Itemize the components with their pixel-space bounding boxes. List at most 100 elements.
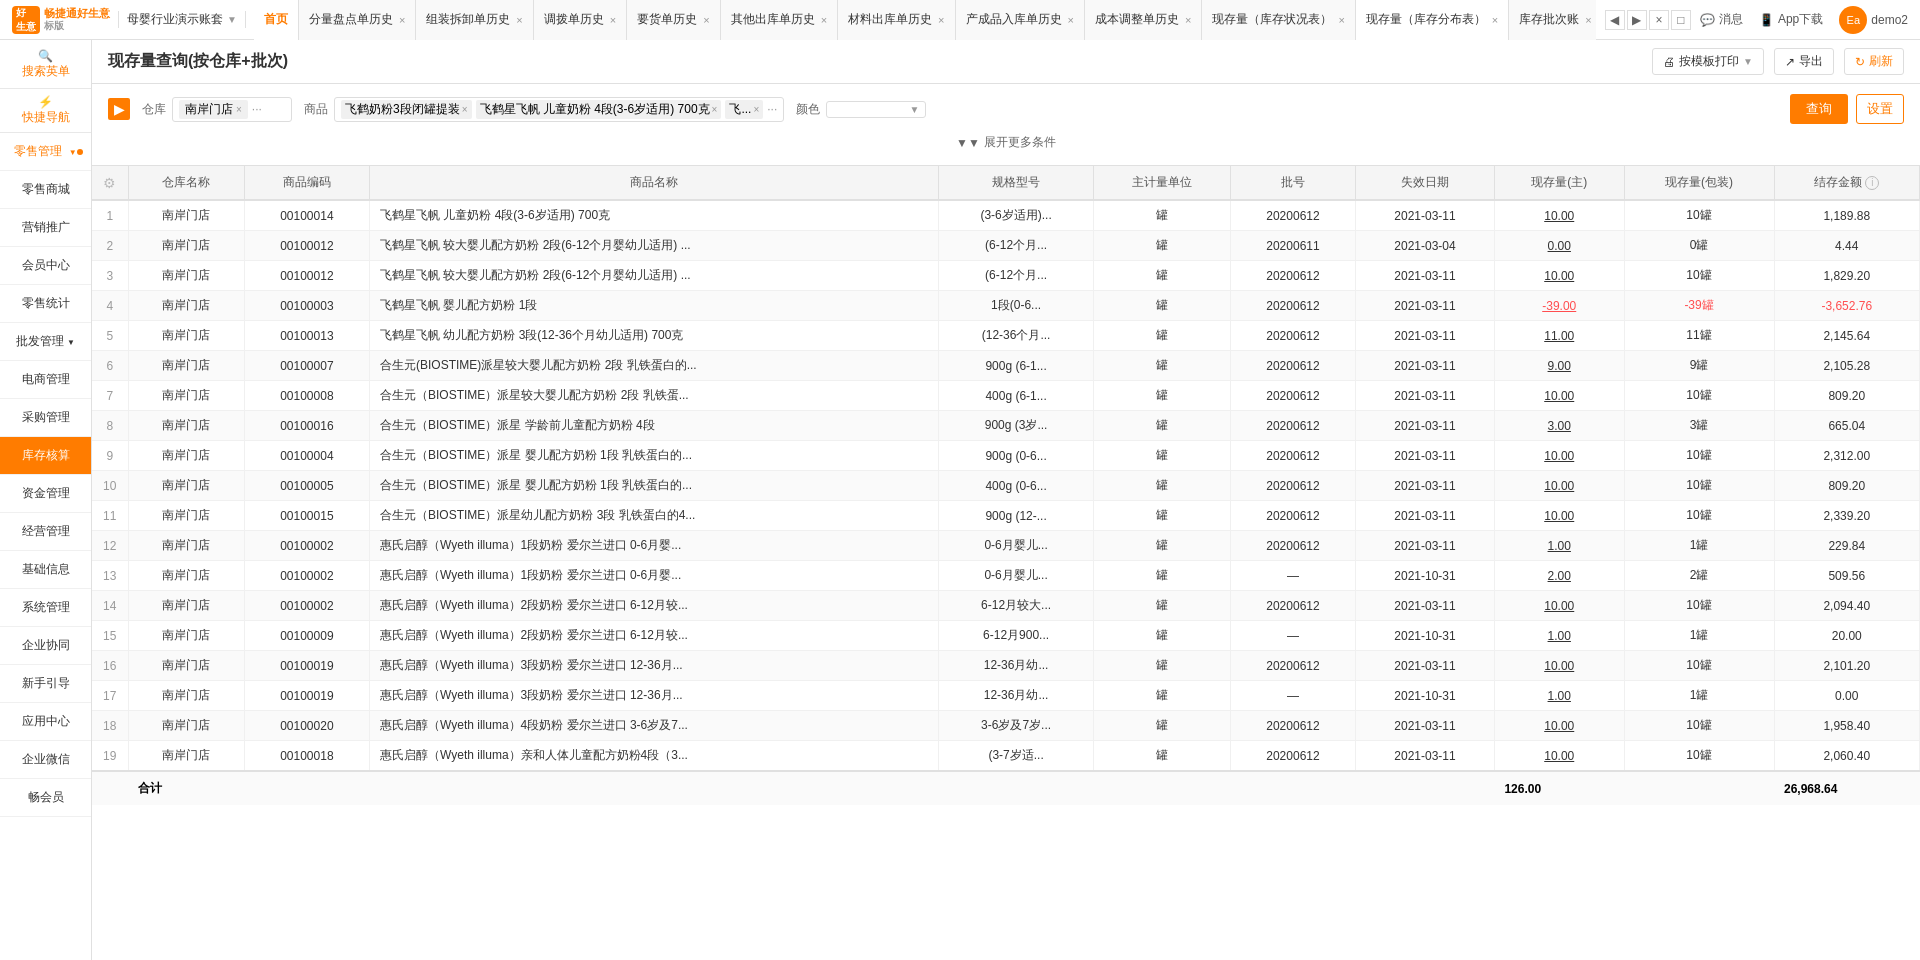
cell-qty-main[interactable]: 10.00 bbox=[1494, 381, 1624, 411]
tab-maximize-btn[interactable]: □ bbox=[1671, 10, 1691, 30]
tab-close[interactable]: × bbox=[516, 14, 522, 26]
warehouse-dots[interactable]: ··· bbox=[252, 102, 262, 116]
tab-inv-status[interactable]: 现存量（库存状况表）× bbox=[1202, 0, 1355, 40]
cell-code: 00100012 bbox=[244, 261, 369, 291]
sidebar-item-basic[interactable]: 基础信息 bbox=[0, 551, 91, 589]
sidebar-item-vip[interactable]: 畅会员 bbox=[0, 779, 91, 817]
tab-close[interactable]: × bbox=[1185, 14, 1191, 26]
sidebar-item-marketing[interactable]: 营销推广 bbox=[0, 209, 91, 247]
tab-close[interactable]: × bbox=[938, 14, 944, 26]
tab-material[interactable]: 材料出库单历史 × bbox=[838, 0, 955, 40]
sidebar-item-operation[interactable]: 经营管理 bbox=[0, 513, 91, 551]
sidebar-item-purchase[interactable]: 采购管理 bbox=[0, 399, 91, 437]
sidebar-nav[interactable]: ⚡ 快捷导航 bbox=[0, 89, 91, 133]
sidebar-item-wechat[interactable]: 企业微信 bbox=[0, 741, 91, 779]
sidebar-item-retail-stat[interactable]: 零售统计 bbox=[0, 285, 91, 323]
message-btn[interactable]: 💬 消息 bbox=[1700, 11, 1743, 28]
tab-close[interactable]: × bbox=[821, 14, 827, 26]
export-btn[interactable]: ↗ 导出 bbox=[1774, 48, 1834, 75]
tab-next-btn[interactable]: ▶ bbox=[1627, 10, 1647, 30]
sidebar-item-retail-shop[interactable]: 零售商城 bbox=[0, 171, 91, 209]
tab-pick[interactable]: 调拨单历史 × bbox=[534, 0, 627, 40]
sidebar-search[interactable]: 🔍 搜索英单 bbox=[0, 40, 91, 89]
cell-qty-main[interactable]: 10.00 bbox=[1494, 501, 1624, 531]
user-area[interactable]: Ea demo2 bbox=[1839, 6, 1908, 34]
cell-qty-main[interactable]: 3.00 bbox=[1494, 411, 1624, 441]
filter-expand-btn[interactable]: ▶ bbox=[108, 98, 130, 120]
color-input[interactable]: ▼ bbox=[826, 101, 926, 118]
cell-name: 飞鹤星飞帆 较大婴儿配方奶粉 2段(6-12个月婴幼儿适用) ... bbox=[370, 231, 939, 261]
cell-balance: 2,312.00 bbox=[1774, 441, 1920, 471]
cell-qty-main[interactable]: 2.00 bbox=[1494, 561, 1624, 591]
tab-close[interactable]: × bbox=[399, 14, 405, 26]
cell-qty-main[interactable]: 10.00 bbox=[1494, 741, 1624, 772]
tab-product-in[interactable]: 产成品入库单历史 × bbox=[956, 0, 1085, 40]
sidebar-item-wholesale[interactable]: 批发管理 bbox=[0, 323, 91, 361]
cell-qty-main[interactable]: 1.00 bbox=[1494, 681, 1624, 711]
cell-balance: 2,339.20 bbox=[1774, 501, 1920, 531]
product-dots[interactable]: ··· bbox=[767, 102, 777, 116]
sidebar-item-finance[interactable]: 资金管理 bbox=[0, 475, 91, 513]
cell-qty-main[interactable]: 10.00 bbox=[1494, 651, 1624, 681]
color-dropdown-arrow[interactable]: ▼ bbox=[909, 104, 919, 115]
warehouse-tag-area[interactable]: 南岸门店 × ··· bbox=[172, 97, 292, 122]
tab-inv-dist[interactable]: 现存量（库存分布表）× bbox=[1356, 0, 1509, 40]
cell-batch: 20200612 bbox=[1230, 591, 1355, 621]
tab-close[interactable]: × bbox=[1585, 14, 1591, 26]
tab-close[interactable]: × bbox=[1068, 14, 1074, 26]
tab-disassemble[interactable]: 组装拆卸单历史 × bbox=[416, 0, 533, 40]
cell-qty-main[interactable]: 10.00 bbox=[1494, 441, 1624, 471]
warehouse-tag-close[interactable]: × bbox=[236, 104, 242, 115]
tab-split[interactable]: 分量盘点单历史 × bbox=[299, 0, 416, 40]
tab-home[interactable]: 首页 bbox=[254, 0, 299, 40]
settings-btn[interactable]: 设置 bbox=[1856, 94, 1904, 124]
cell-qty-main[interactable]: 0.00 bbox=[1494, 231, 1624, 261]
app-download-btn[interactable]: 📱 App下载 bbox=[1759, 11, 1823, 28]
tab-other-out[interactable]: 其他出库单历史 × bbox=[721, 0, 838, 40]
sidebar-item-member[interactable]: 会员中心 bbox=[0, 247, 91, 285]
expand-more-btn[interactable]: ▼▼ 展开更多条件 bbox=[956, 130, 1056, 155]
account-dropdown[interactable]: 母婴行业演示账套 ▼ bbox=[118, 11, 246, 28]
cell-qty-main[interactable]: 1.00 bbox=[1494, 531, 1624, 561]
cell-qty-main[interactable]: 10.00 bbox=[1494, 261, 1624, 291]
cell-qty-main[interactable]: -39.00 bbox=[1494, 291, 1624, 321]
sidebar-item-enterprise[interactable]: 企业协同 bbox=[0, 627, 91, 665]
sidebar-item-retail[interactable]: 零售管理 bbox=[0, 133, 91, 171]
cell-qty-main[interactable]: 10.00 bbox=[1494, 471, 1624, 501]
cell-qty-main[interactable]: 1.00 bbox=[1494, 621, 1624, 651]
product-tag-3-close[interactable]: × bbox=[753, 104, 759, 115]
product-tag-1-close[interactable]: × bbox=[462, 104, 468, 115]
sidebar-item-app-center[interactable]: 应用中心 bbox=[0, 703, 91, 741]
query-btn[interactable]: 查询 bbox=[1790, 94, 1848, 124]
sidebar-item-inventory[interactable]: 库存核算 bbox=[0, 437, 91, 475]
tab-cost[interactable]: 成本调整单历史 × bbox=[1085, 0, 1202, 40]
cell-qty-main[interactable]: 10.00 bbox=[1494, 591, 1624, 621]
cell-unit: 罐 bbox=[1094, 351, 1230, 381]
tab-prev-btn[interactable]: ◀ bbox=[1605, 10, 1625, 30]
tab-batch[interactable]: 库存批次账 × bbox=[1509, 0, 1596, 40]
col-settings[interactable]: ⚙ bbox=[92, 166, 128, 200]
cell-name: 惠氏启醇（Wyeth illuma）1段奶粉 爱尔兰进口 0-6月婴... bbox=[370, 561, 939, 591]
sidebar-item-ecommerce[interactable]: 电商管理 bbox=[0, 361, 91, 399]
col-warehouse: 仓库名称 bbox=[128, 166, 244, 200]
cell-qty-main[interactable]: 10.00 bbox=[1494, 711, 1624, 741]
tab-close[interactable]: × bbox=[1492, 14, 1498, 26]
sidebar-item-system[interactable]: 系统管理 bbox=[0, 589, 91, 627]
refresh-btn[interactable]: ↻ 刷新 bbox=[1844, 48, 1904, 75]
balance-info-icon[interactable]: i bbox=[1865, 176, 1879, 190]
product-tag-2-close[interactable]: × bbox=[712, 104, 718, 115]
product-tag-3-label: 飞... bbox=[729, 101, 751, 118]
tab-close[interactable]: × bbox=[610, 14, 616, 26]
table-container[interactable]: ⚙ 仓库名称 商品编码 商品名称 规格型号 主计量单位 批号 失效日期 现存量(… bbox=[92, 166, 1920, 960]
tab-close-btn[interactable]: × bbox=[1649, 10, 1669, 30]
template-print-btn[interactable]: 🖨 按模板打印 ▼ bbox=[1652, 48, 1764, 75]
product-tag-area[interactable]: 飞鹤奶粉3段闭罐提装 × 飞鹤星飞帆 儿童奶粉 4段(3-6岁适用) 700克 … bbox=[334, 97, 784, 122]
sidebar-item-guide[interactable]: 新手引导 bbox=[0, 665, 91, 703]
cell-qty-main[interactable]: 10.00 bbox=[1494, 200, 1624, 231]
tab-close[interactable]: × bbox=[1338, 14, 1344, 26]
settings-col-icon[interactable]: ⚙ bbox=[103, 175, 116, 191]
cell-qty-main[interactable]: 9.00 bbox=[1494, 351, 1624, 381]
cell-qty-main[interactable]: 11.00 bbox=[1494, 321, 1624, 351]
tab-close[interactable]: × bbox=[703, 14, 709, 26]
tab-req[interactable]: 要货单历史 × bbox=[627, 0, 720, 40]
